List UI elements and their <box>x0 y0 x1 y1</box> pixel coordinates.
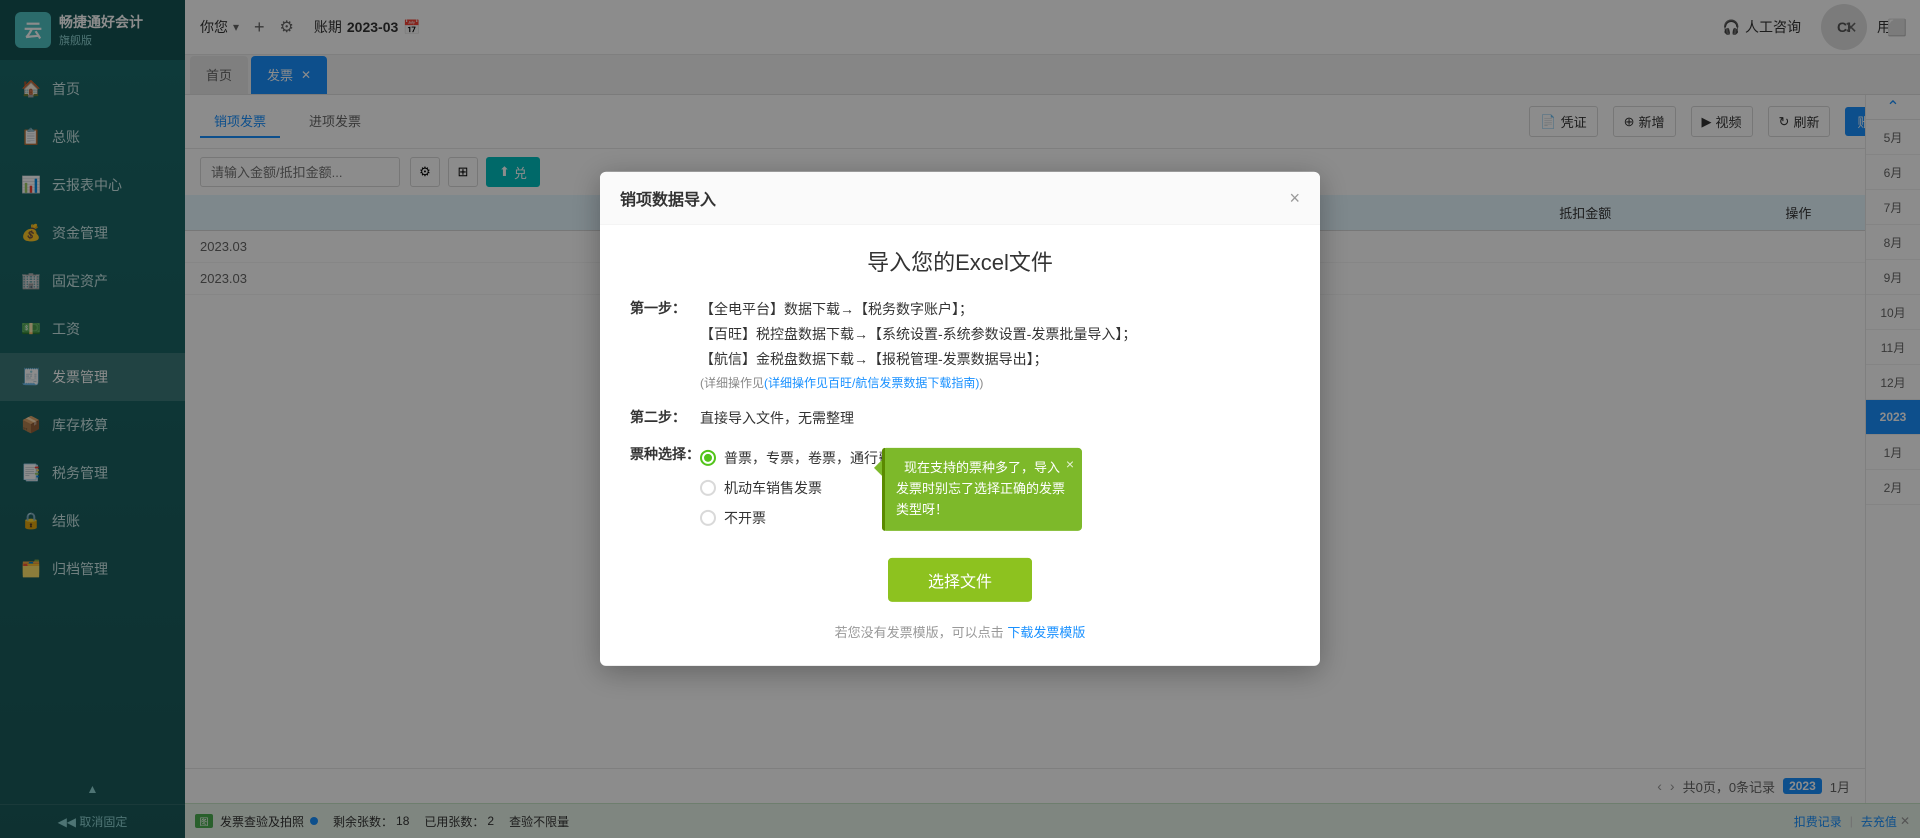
step1-line3: 【航信】金税盘数据下载→【报税管理-发票数据导出】； <box>700 347 1136 372</box>
radio-label: 票种选择： <box>630 443 700 538</box>
radio-normal-circle[interactable] <box>700 450 716 466</box>
step2-row: 第二步： 直接导入文件，无需整理 <box>630 406 1290 431</box>
download-template-link[interactable]: 下载发票模版 <box>1007 625 1085 640</box>
modal-close-button[interactable]: × <box>1289 187 1300 208</box>
radio-normal[interactable]: 普票，专票，卷票，通行费发票，农产品销售发票 × 现在支持的票种多了，导入发票时… <box>700 448 1032 468</box>
step1-label: 第一步： <box>630 297 700 394</box>
select-file-button[interactable]: 选择文件 <box>888 558 1032 602</box>
modal-header: 销项数据导入 × <box>600 172 1320 225</box>
modal-title: 销项数据导入 <box>620 186 716 210</box>
guide-link[interactable]: (详细操作见百旺/航信发票数据下载指南) <box>764 375 979 389</box>
radio-section: 票种选择： 普票，专票，卷票，通行费发票，农产品销售发票 × 现在支持的票种多了… <box>630 443 1290 538</box>
radio-no-invoice-circle[interactable] <box>700 510 716 526</box>
radio-group: 普票，专票，卷票，通行费发票，农产品销售发票 × 现在支持的票种多了，导入发票时… <box>700 448 1032 538</box>
modal-footer: 若您没有发票模版，可以点击 下载发票模版 <box>630 622 1290 641</box>
radio-motor-circle[interactable] <box>700 480 716 496</box>
step1-content: 【全电平台】数据下载→【税务数字账户】； 【百旺】税控盘数据下载→【系统设置-系… <box>700 297 1136 394</box>
radio-no-invoice-label: 不开票 <box>724 508 766 528</box>
modal-body: 导入您的Excel文件 第一步： 【全电平台】数据下载→【税务数字账户】； 【百… <box>600 225 1320 666</box>
step1-link: (详细操作见(详细操作见百旺/航信发票数据下载指南)) <box>700 372 1136 394</box>
step2-label: 第二步： <box>630 406 700 431</box>
radio-motor-label: 机动车销售发票 <box>724 478 822 498</box>
tooltip-close-button[interactable]: × <box>1066 453 1074 475</box>
import-modal: 销项数据导入 × 导入您的Excel文件 第一步： 【全电平台】数据下载→【税务… <box>600 172 1320 666</box>
tooltip-text: 现在支持的票种多了，导入发票时别忘了选择正确的发票类型呀！ <box>896 460 1065 517</box>
tooltip-balloon: × 现在支持的票种多了，导入发票时别忘了选择正确的发票类型呀！ <box>882 448 1082 530</box>
tooltip-bar <box>882 448 885 530</box>
footer-text: 若您没有发票模版，可以点击 <box>835 625 1004 640</box>
step1-line2: 【百旺】税控盘数据下载→【系统设置-系统参数设置-发票批量导入】； <box>700 322 1136 347</box>
modal-main-title: 导入您的Excel文件 <box>630 245 1290 277</box>
step2-content: 直接导入文件，无需整理 <box>700 406 854 431</box>
step1-row: 第一步： 【全电平台】数据下载→【税务数字账户】； 【百旺】税控盘数据下载→【系… <box>630 297 1290 394</box>
step1-line1: 【全电平台】数据下载→【税务数字账户】； <box>700 297 1136 322</box>
